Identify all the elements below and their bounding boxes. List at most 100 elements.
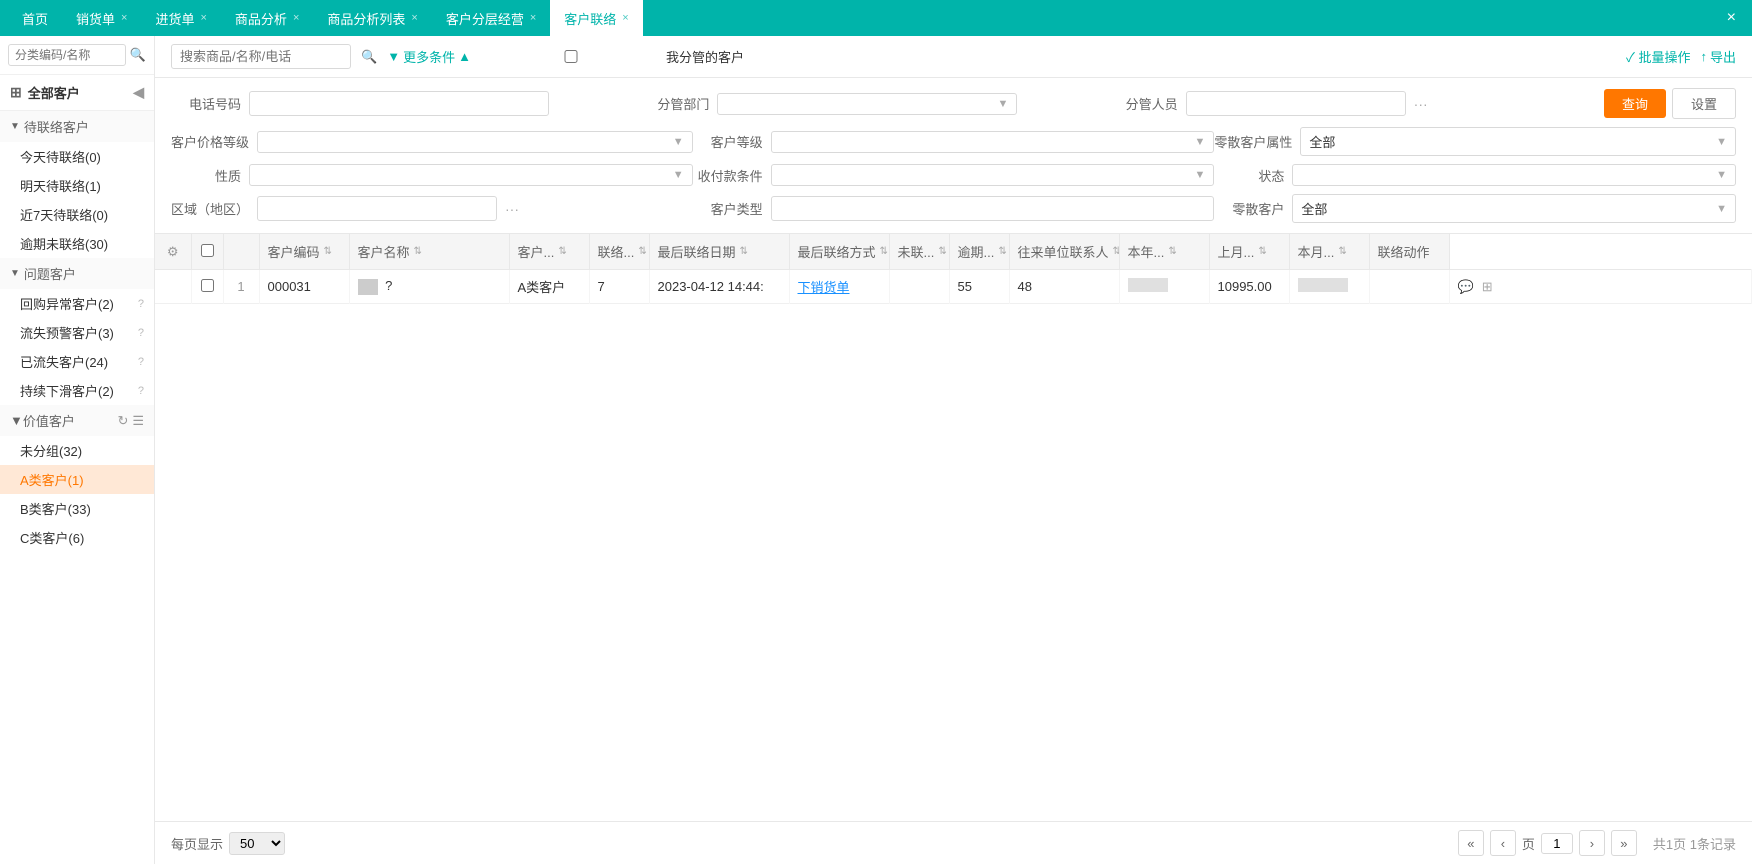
nav-tab-purchase[interactable]: 进货单 × [141, 0, 220, 36]
prev-page-button[interactable]: ‹ [1490, 830, 1516, 856]
sidebar-item-declining[interactable]: 持续下滑客户(2) ? [0, 376, 154, 405]
sidebar-all-customers-header[interactable]: ⊞ 全部客户 ◀ [0, 75, 154, 111]
sidebar-item-ungrouped[interactable]: 未分组(32) [0, 436, 154, 465]
sidebar-item-c-class[interactable]: C类客户(6) [0, 523, 154, 552]
nav-tab-product-analysis[interactable]: 商品分析 × [221, 0, 313, 36]
sidebar-item-tomorrow-pending[interactable]: 明天待联络(1) [0, 171, 154, 200]
nav-home[interactable]: 首页 [8, 0, 62, 36]
sidebar-section-pending[interactable]: ▼ 待联络客户 [0, 111, 154, 142]
per-page-select[interactable]: 50 100 [229, 832, 285, 855]
filter-label-retail: 零散客户 [1214, 199, 1284, 218]
filter-label-person: 分管人员 [1108, 94, 1178, 113]
sort-icon-contact[interactable]: ⇅ [638, 246, 646, 257]
sort-icon-name[interactable]: ⇅ [414, 246, 422, 257]
gear-icon[interactable]: ⚙ [167, 244, 179, 259]
sort-icon-code[interactable]: ⇅ [324, 246, 332, 257]
filter-label-region: 区域（地区） [171, 199, 249, 218]
last-method-link[interactable]: 下销货单 [798, 280, 850, 295]
help-icon-churn-warning[interactable]: ? [138, 327, 144, 339]
filter-cell-retail: 零散客户 全部 ▼ [1214, 194, 1736, 223]
sidebar-section-value[interactable]: ▼ 价值客户 ↻ ☰ [0, 405, 154, 436]
sidebar-item-7days-pending[interactable]: 近7天待联络(0) [0, 200, 154, 229]
row-checkbox[interactable] [201, 279, 214, 292]
sort-icon-last-month[interactable]: ⇅ [1258, 246, 1266, 257]
sort-icon-year[interactable]: ⇅ [1168, 246, 1176, 257]
chevron-down-icon-4: ▼ [1716, 136, 1727, 148]
chevron-down-icon-7: ▼ [1716, 169, 1727, 181]
select-all-checkbox[interactable] [201, 244, 214, 257]
filter-cell-region: 区域（地区） ··· [171, 196, 693, 221]
row-this-month-cell [1369, 270, 1449, 304]
nav-tab-product-analysis-list[interactable]: 商品分析列表 × [313, 0, 431, 36]
add-icon[interactable]: ☰ [132, 413, 144, 429]
filter-select-dept[interactable]: ▼ [717, 93, 1017, 115]
sidebar-search-input[interactable] [8, 44, 126, 66]
qr-icon[interactable]: ⊞ [1482, 279, 1493, 295]
nav-tab-customer-segmentation[interactable]: 客户分层经营 × [432, 0, 550, 36]
sidebar-item-b-class[interactable]: B类客户(33) [0, 494, 154, 523]
sidebar-item-churn-warning[interactable]: 流失预警客户(3) ? [0, 318, 154, 347]
col-customer-name: 客户名称 ⇅ [349, 234, 509, 270]
sort-icon-no-contact[interactable]: ⇅ [938, 246, 946, 257]
sidebar-section-problem[interactable]: ▼ 问题客户 [0, 258, 154, 289]
nav-tab-customer-contact[interactable]: 客户联络 × [550, 0, 642, 36]
help-icon-repurchase[interactable]: ? [138, 298, 144, 310]
filter-select-cust-level[interactable]: ▼ [771, 131, 1215, 153]
bulk-op-button[interactable]: ✓ 批量操作 [1626, 47, 1691, 66]
refresh-icon[interactable]: ↻ [117, 413, 128, 429]
sidebar-item-today-pending[interactable]: 今天待联络(0) [0, 142, 154, 171]
filter-select-price-level[interactable]: ▼ [257, 131, 693, 153]
sort-icon-date[interactable]: ⇅ [740, 246, 748, 257]
row-this-year-cell: 10995.00 [1209, 270, 1289, 304]
close-customer-seg-tab[interactable]: × [530, 12, 536, 24]
settings-button[interactable]: 设置 [1672, 88, 1736, 119]
query-button[interactable]: 查询 [1604, 89, 1666, 118]
filter-select-retail-attr[interactable]: 全部 ▼ [1300, 127, 1736, 156]
close-customer-contact-tab[interactable]: × [622, 12, 628, 24]
sort-icon-this-month[interactable]: ⇅ [1338, 246, 1346, 257]
close-purchase-tab[interactable]: × [200, 12, 206, 24]
person-more-icon[interactable]: ··· [1414, 96, 1428, 112]
filter-input-cust-type[interactable] [771, 196, 1215, 221]
sidebar-item-a-class[interactable]: A类客户(1) [0, 465, 154, 494]
close-sales-tab[interactable]: × [121, 12, 127, 24]
table-header-row: ⚙ 客户编码 ⇅ [155, 234, 1752, 270]
sort-icon-overdue[interactable]: ⇅ [998, 246, 1006, 257]
help-icon-churned[interactable]: ? [138, 356, 144, 368]
message-icon[interactable]: 💬 [1458, 279, 1474, 295]
filter-select-retail[interactable]: 全部 ▼ [1292, 194, 1736, 223]
filter-search-icon[interactable]: 🔍 [361, 49, 377, 65]
sidebar-item-overdue-contact[interactable]: 逾期未联络(30) [0, 229, 154, 258]
first-page-button[interactable]: « [1458, 830, 1484, 856]
filter-input-phone[interactable] [249, 91, 549, 116]
close-product-analysis-tab[interactable]: × [293, 12, 299, 24]
sort-icon-type[interactable]: ⇅ [558, 246, 566, 257]
sidebar-item-churned[interactable]: 已流失客户(24) ? [0, 347, 154, 376]
filter-select-nature[interactable]: ▼ [249, 164, 693, 186]
sort-icon-method[interactable]: ⇅ [880, 246, 888, 257]
filter-select-status[interactable]: ▼ [1292, 164, 1736, 186]
search-input[interactable] [171, 44, 351, 69]
sidebar-collapse-icon[interactable]: ◀ [133, 84, 144, 101]
filter-cell-price-level: 客户价格等级 ▼ [171, 131, 693, 153]
next-page-button[interactable]: › [1579, 830, 1605, 856]
close-product-analysis-list-tab[interactable]: × [411, 12, 417, 24]
sidebar-search-icon[interactable]: 🔍 [130, 47, 146, 63]
section-arrow-problem: ▼ [10, 268, 20, 279]
filter-select-payment[interactable]: ▼ [771, 164, 1215, 186]
export-button[interactable]: ↑ 导出 [1700, 47, 1736, 66]
nav-tab-sales[interactable]: 销货单 × [62, 0, 141, 36]
sidebar-item-repurchase-abnormal[interactable]: 回购异常客户(2) ? [0, 289, 154, 318]
col-last-date: 最后联络日期 ⇅ [649, 234, 789, 270]
window-close-button[interactable]: × [1719, 9, 1744, 27]
filter-input-person[interactable] [1186, 91, 1406, 116]
region-more-icon[interactable]: ··· [505, 201, 519, 217]
page-input[interactable] [1541, 833, 1573, 854]
more-filters-button[interactable]: ▼ 更多条件 ▲ [387, 47, 471, 66]
last-page-button[interactable]: » [1611, 830, 1637, 856]
my-customers-checkbox[interactable] [481, 50, 661, 63]
check-icon: ✓ [1626, 50, 1635, 65]
filter-input-region[interactable] [257, 196, 497, 221]
help-icon-declining[interactable]: ? [138, 385, 144, 397]
col-overdue: 逾期... ⇅ [949, 234, 1009, 270]
